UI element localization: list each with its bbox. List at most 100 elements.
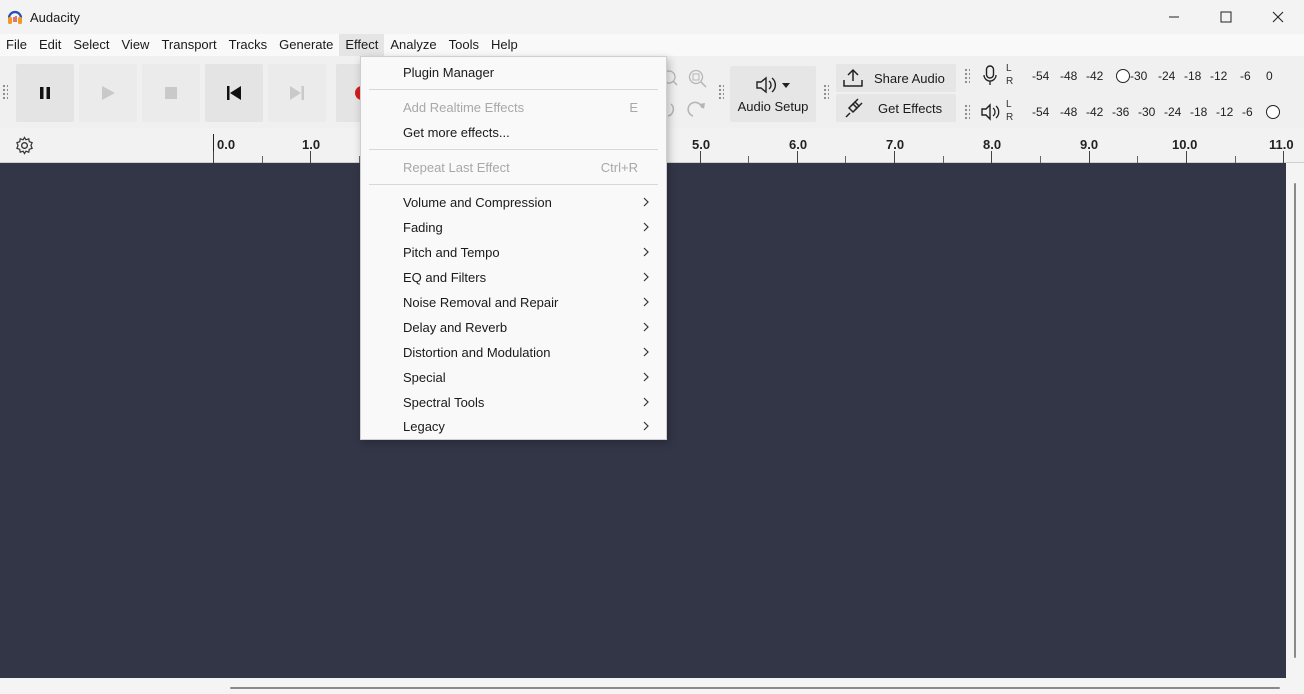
menu-item-noise-removal-and-repair[interactable]: Noise Removal and Repair (361, 290, 666, 314)
microphone-icon[interactable] (982, 65, 998, 87)
menu-item-distortion-and-modulation[interactable]: Distortion and Modulation (361, 340, 666, 364)
ruler-tick-label: 8.0 (983, 137, 1002, 152)
chevron-right-icon (643, 421, 649, 431)
chevron-right-icon (643, 347, 649, 357)
meter-tick: -42 (1086, 69, 1104, 83)
menu-item-label: Delay and Reverb (403, 319, 508, 335)
toolbar-grip[interactable] (823, 84, 829, 100)
menu-item-label: Volume and Compression (403, 194, 552, 210)
zoom-in-icon[interactable] (667, 68, 679, 88)
ruler-minor-tick (1137, 156, 1138, 163)
play-button[interactable] (79, 64, 137, 122)
menu-item-pitch-and-tempo[interactable]: Pitch and Tempo (361, 240, 666, 264)
chevron-right-icon (643, 222, 649, 232)
recording-meter-channels: L R (1006, 63, 1014, 87)
toolbar-grip[interactable] (718, 84, 724, 100)
chevron-down-icon (782, 82, 790, 88)
menu-analyze[interactable]: Analyze (384, 34, 442, 56)
ruler-tick-label: 1.0 (302, 137, 321, 152)
menu-transport[interactable]: Transport (155, 34, 222, 56)
menu-item-label: Add Realtime Effects (403, 99, 525, 115)
gear-icon[interactable] (15, 136, 34, 155)
menu-item-get-more-effects[interactable]: Get more effects... (361, 120, 666, 144)
horizontal-scrollbar[interactable] (0, 678, 1304, 694)
playback-meter[interactable]: L R -54 -48 -42 -36 -30 -24 -18 -12 -6 (978, 98, 1288, 126)
recording-volume-slider[interactable] (1116, 69, 1130, 83)
menu-effect[interactable]: Effect (339, 34, 385, 56)
playback-volume-slider[interactable] (1266, 105, 1280, 119)
ruler-major-tick (1283, 151, 1284, 163)
skip-to-end-button[interactable] (268, 64, 326, 122)
share-upload-icon (843, 68, 863, 87)
get-effects-button[interactable]: Get Effects (836, 94, 956, 122)
menu-item-spectral-tools[interactable]: Spectral Tools (361, 390, 666, 414)
menu-generate[interactable]: Generate (273, 34, 339, 56)
maximize-button[interactable] (1200, 0, 1252, 34)
share-audio-label: Share Audio (874, 70, 945, 86)
close-icon (1272, 11, 1284, 23)
toolbar-grip[interactable] (964, 104, 970, 120)
menu-help[interactable]: Help (485, 34, 524, 56)
redo-icon[interactable] (686, 100, 708, 120)
ruler-minor-tick (262, 156, 263, 163)
zoom-fit-icon[interactable] (686, 68, 708, 90)
meter-tick: -54 (1032, 105, 1050, 119)
meter-tick: -42 (1086, 105, 1104, 119)
meter-tick: -48 (1060, 105, 1078, 119)
menu-file[interactable]: File (0, 34, 33, 56)
skip-to-start-button[interactable] (205, 64, 263, 122)
maximize-icon (1220, 11, 1232, 23)
audio-setup-label: Audio Setup (737, 98, 809, 114)
ruler-major-tick (310, 151, 311, 163)
chevron-right-icon (643, 372, 649, 382)
menu-item-fading[interactable]: Fading (361, 215, 666, 239)
menu-item-legacy[interactable]: Legacy (361, 414, 666, 438)
meter-tick: -18 (1190, 105, 1208, 119)
window-title: Audacity (30, 9, 80, 25)
ruler-major-tick (700, 151, 701, 163)
speaker-icon (756, 76, 776, 93)
menu-item-delay-and-reverb[interactable]: Delay and Reverb (361, 315, 666, 339)
audio-setup-button[interactable]: Audio Setup (730, 66, 816, 122)
speaker-icon[interactable] (980, 102, 1002, 122)
toolbar-grip[interactable] (964, 68, 970, 84)
meter-tick: -36 (1112, 105, 1130, 119)
vertical-scrollbar[interactable] (1286, 163, 1304, 678)
menu-item-plugin-manager[interactable]: Plugin Manager (361, 60, 666, 84)
ruler-major-tick (991, 151, 992, 163)
meter-tick: 0 (1266, 69, 1273, 83)
effect-menu-dropdown: Plugin Manager Add Realtime Effects E Ge… (360, 56, 667, 440)
menu-item-label: EQ and Filters (403, 269, 487, 285)
menu-item-label: Fading (403, 219, 443, 235)
menu-item-volume-and-compression[interactable]: Volume and Compression (361, 190, 666, 214)
recording-meter[interactable]: L R -54 -48 -42 -30 -24 -18 -12 -6 0 (978, 62, 1288, 90)
menu-item-add-realtime-effects[interactable]: Add Realtime Effects E (361, 95, 666, 119)
meter-tick: -30 (1130, 69, 1148, 83)
menu-item-repeat-last-effect[interactable]: Repeat Last Effect Ctrl+R (361, 155, 666, 179)
menu-select[interactable]: Select (67, 34, 115, 56)
menu-view[interactable]: View (116, 34, 156, 56)
window-controls (1148, 0, 1304, 34)
ruler-minor-tick (1235, 156, 1236, 163)
share-audio-button[interactable]: Share Audio (836, 64, 956, 92)
toolbar-grip[interactable] (2, 84, 8, 100)
menu-item-eq-and-filters[interactable]: EQ and Filters (361, 265, 666, 289)
menu-tools[interactable]: Tools (443, 34, 485, 56)
ruler-major-tick (1089, 151, 1090, 163)
record-button[interactable] (336, 64, 362, 122)
skip-start-icon (227, 86, 241, 100)
vertical-scrollbar-thumb[interactable] (1294, 183, 1296, 658)
menu-edit[interactable]: Edit (33, 34, 67, 56)
play-icon (102, 86, 115, 100)
menu-item-special[interactable]: Special (361, 365, 666, 389)
stop-button[interactable] (142, 64, 200, 122)
chevron-right-icon (643, 197, 649, 207)
pause-button[interactable] (16, 64, 74, 122)
horizontal-scrollbar-thumb[interactable] (230, 687, 1280, 689)
close-button[interactable] (1252, 0, 1304, 34)
ruler-tick-label: 7.0 (886, 137, 905, 152)
undo-icon[interactable] (667, 100, 679, 120)
menu-tracks[interactable]: Tracks (223, 34, 274, 56)
minimize-button[interactable] (1148, 0, 1200, 34)
menu-item-label: Special (403, 369, 446, 385)
